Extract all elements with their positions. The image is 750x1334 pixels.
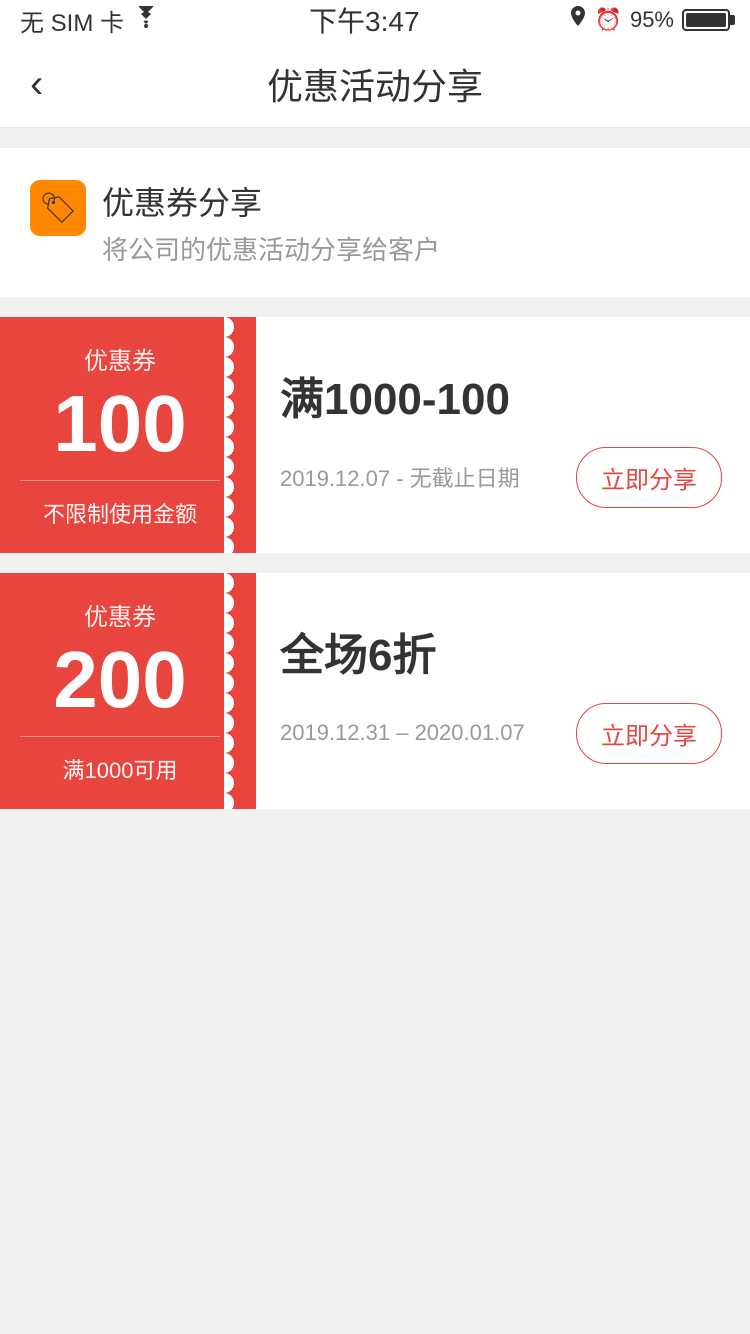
page-title: 优惠活动分享 [267,58,483,110]
section-text: 优惠券分享 将公司的优惠活动分享给客户 [102,178,720,267]
status-left: 无 SIM 卡 [20,3,160,38]
alarm-icon: ⏰ [595,7,622,33]
coupon-card-2: 优惠券 200 满1000可用 全场6折 2019.12.31 – 2020.0… [0,573,750,809]
coupon-divider-1 [20,480,220,481]
battery-percent: 95% [630,7,674,33]
share-button-2[interactable]: 立即分享 [576,703,722,764]
section-title: 优惠券分享 [102,178,720,224]
coupon-bottom-1: 2019.12.07 - 无截止日期 立即分享 [280,447,722,508]
back-button[interactable]: ‹ [30,64,43,104]
empty-area [0,829,750,1329]
wifi-icon [132,6,160,35]
carrier-text: 无 SIM 卡 [20,3,124,38]
section-subtitle: 将公司的优惠活动分享给客户 [102,230,720,267]
coupon-dates-1: 2019.12.07 - 无截止日期 [280,461,560,493]
nav-bar: ‹ 优惠活动分享 [0,40,750,128]
coupon-bottom-2: 2019.12.31 – 2020.01.07 立即分享 [280,703,722,764]
coupon-dates-2: 2019.12.31 – 2020.01.07 [280,720,560,746]
coupon-label-2: 优惠券 [84,597,156,632]
coupon-name-2: 全场6折 [280,619,722,683]
status-right: ⏰ 95% [569,6,730,34]
coupon-name-1: 满1000-100 [280,363,722,427]
coupon-card-1: 优惠券 100 不限制使用金额 满1000-100 2019.12.07 - 无… [0,317,750,553]
coupon-list: 优惠券 100 不限制使用金额 满1000-100 2019.12.07 - 无… [0,317,750,829]
section-header: 🏷 优惠券分享 将公司的优惠活动分享给客户 [0,148,750,297]
status-time: 下午3:47 [309,0,420,40]
share-button-1[interactable]: 立即分享 [576,447,722,508]
coupon-left-1: 优惠券 100 不限制使用金额 [0,317,240,553]
coupon-label-1: 优惠券 [84,341,156,376]
coupon-right-1: 满1000-100 2019.12.07 - 无截止日期 立即分享 [240,317,750,553]
coupon-condition-1: 不限制使用金额 [43,497,197,529]
section-icon: 🏷 [30,180,86,236]
coupon-condition-2: 满1000可用 [63,753,178,785]
coupon-left-2: 优惠券 200 满1000可用 [0,573,240,809]
coupon-amount-2: 200 [53,640,186,720]
location-icon [569,6,587,34]
coupon-amount-1: 100 [53,384,186,464]
coupon-right-2: 全场6折 2019.12.31 – 2020.01.07 立即分享 [240,573,750,809]
status-bar: 无 SIM 卡 下午3:47 ⏰ 95% [0,0,750,40]
coupon-divider-2 [20,736,220,737]
battery-icon [682,9,730,31]
